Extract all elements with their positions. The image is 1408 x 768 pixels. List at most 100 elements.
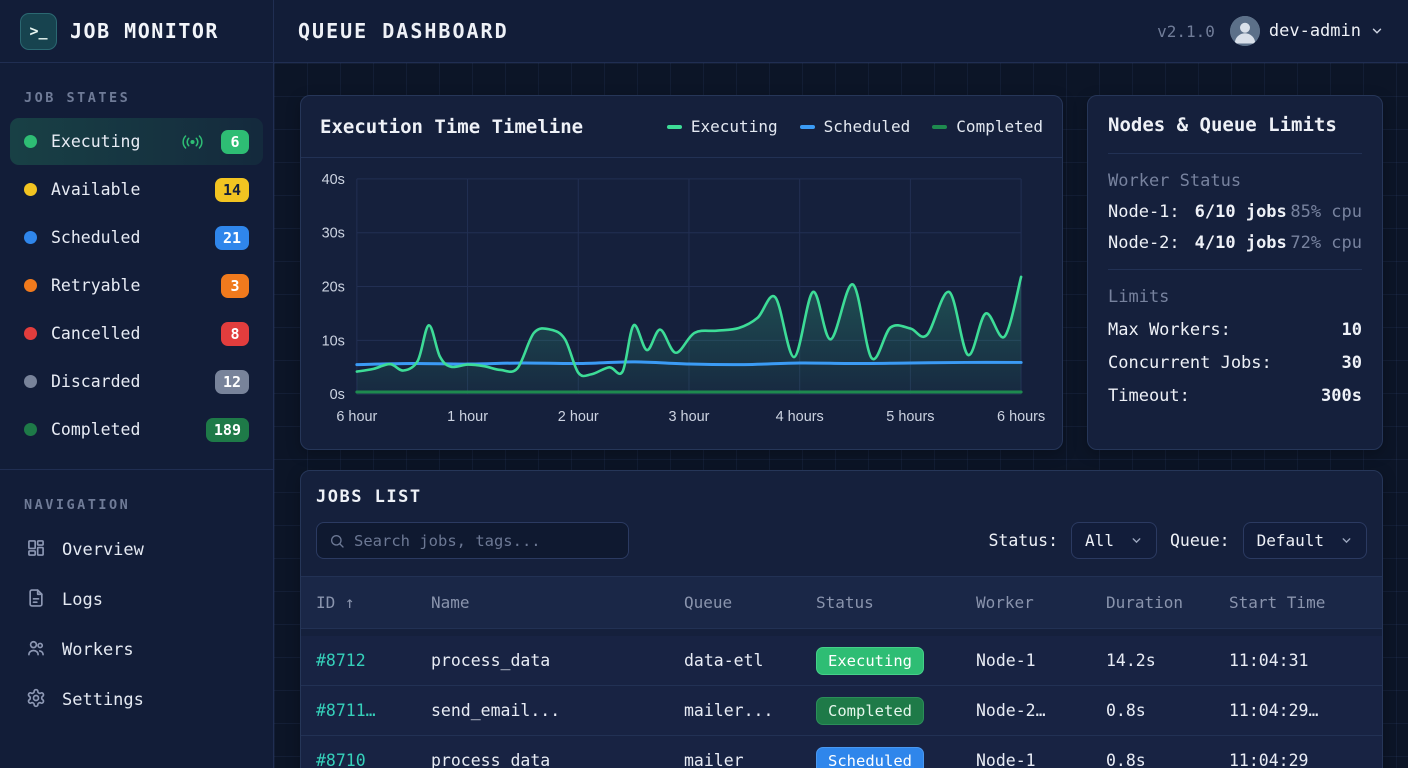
legend-label: Completed <box>956 117 1043 136</box>
table-row[interactable]: #8712 process_data data-etl Executing No… <box>301 636 1382 686</box>
state-label: Discarded <box>51 372 141 391</box>
page-title: QUEUE DASHBOARD <box>298 19 509 43</box>
node-2-status: Node-2: 4/10 jobs 72% cpu <box>1108 233 1362 253</box>
chevron-down-icon <box>1372 28 1382 34</box>
jobs-list-card: JOBS LIST Status: All Queue: Default <box>300 470 1383 768</box>
legend-item-executing[interactable]: Executing <box>666 117 778 136</box>
status-cell: Scheduled <box>816 746 976 768</box>
sidebar: >_ JOB MONITOR JOB STATES Executing 6 Av… <box>0 0 274 768</box>
node-cpu: 72% cpu <box>1290 233 1362 253</box>
status-filter-value: All <box>1085 531 1114 550</box>
executing-line-swatch <box>666 124 682 129</box>
nav-label: Logs <box>62 590 103 610</box>
state-count-badge: 14 <box>214 177 249 202</box>
nodes-panel-title: Nodes & Queue Limits <box>1108 114 1362 154</box>
node-jobs: 6/10 jobs <box>1194 202 1287 222</box>
sidebar-item-overview[interactable]: Overview <box>10 525 263 575</box>
queue-filter-label: Queue: <box>1169 531 1230 550</box>
scheduled-line-swatch <box>799 124 815 129</box>
state-label: Executing <box>51 132 141 151</box>
svg-text:20s: 20s <box>322 280 345 296</box>
job-id-link[interactable]: #8710 <box>316 751 431 768</box>
sidebar-state-available[interactable]: Available 14 <box>10 166 263 213</box>
job-id-link[interactable]: #8711… <box>316 701 431 720</box>
main-content: Execution Time Timeline Executing Schedu… <box>274 63 1408 768</box>
completed-line-swatch <box>932 124 948 129</box>
user-avatar <box>1229 16 1260 46</box>
version-label: v2.1.0 <box>1157 21 1215 41</box>
limit-concurrent-jobs: Concurrent Jobs: 30 <box>1108 353 1362 373</box>
job-queue: data-etl <box>684 651 764 670</box>
node-label: Node-2: <box>1108 233 1180 253</box>
status-badge: Completed <box>816 696 924 725</box>
completed-dot-icon <box>24 423 37 436</box>
state-count-badge: 8 <box>221 321 249 346</box>
search-input[interactable] <box>354 531 616 550</box>
job-worker: Node-1 <box>976 651 1036 670</box>
status-filter-label: Status: <box>988 531 1059 550</box>
terminal-logo-icon: >_ <box>20 12 57 50</box>
status-cell: Completed <box>816 696 976 725</box>
svg-text:1 hour: 1 hour <box>447 409 488 425</box>
queue-filter-select[interactable]: Default <box>1242 522 1367 559</box>
table-row[interactable]: #8710 process_data mailer Scheduled Node… <box>301 736 1382 768</box>
svg-text:0s: 0s <box>330 387 345 403</box>
state-label: Cancelled <box>51 324 141 343</box>
limits-heading: Limits <box>1108 287 1170 307</box>
sort-asc-icon: ↑ <box>344 593 355 612</box>
status-badge: Scheduled <box>816 746 924 768</box>
svg-text:6 hours: 6 hours <box>997 409 1045 425</box>
column-header-worker[interactable]: Worker <box>976 593 1106 612</box>
limits-section: Limits Max Workers: 10 Concurrent Jobs: … <box>1108 269 1362 406</box>
sidebar-item-logs[interactable]: Logs <box>10 575 263 625</box>
state-count-badge: 3 <box>221 273 249 298</box>
cancelled-dot-icon <box>24 327 37 340</box>
search-box <box>316 522 629 559</box>
sidebar-state-executing[interactable]: Executing 6 <box>10 118 263 165</box>
sidebar-state-discarded[interactable]: Discarded 12 <box>10 358 263 405</box>
svg-text:2 hour: 2 hour <box>558 409 599 425</box>
svg-text:10s: 10s <box>322 333 345 349</box>
svg-text:4 hours: 4 hours <box>776 409 824 425</box>
sidebar-state-completed[interactable]: Completed 189 <box>10 406 263 453</box>
job-queue: mailer... <box>684 701 774 720</box>
legend-item-completed[interactable]: Completed <box>932 117 1043 136</box>
job-name: process_data <box>431 751 551 768</box>
column-header-queue[interactable]: Queue <box>684 593 816 612</box>
table-row[interactable]: #8711… send_email... mailer... Completed… <box>301 686 1382 736</box>
job-start-time: 11:04:29 <box>1229 751 1309 768</box>
sidebar-state-scheduled[interactable]: Scheduled 21 <box>10 214 263 261</box>
column-header-start-time[interactable]: Start Time <box>1229 593 1382 612</box>
sidebar-state-retryable[interactable]: Retryable 3 <box>10 262 263 309</box>
jobs-list-title: JOBS LIST <box>316 487 422 507</box>
jobs-table-header: ID ↑ Name Queue Status Worker Duration S… <box>301 576 1382 629</box>
state-count-badge: 12 <box>214 369 249 394</box>
node-label: Node-1: <box>1108 202 1180 222</box>
job-states-heading: JOB STATES <box>24 90 131 106</box>
legend-item-scheduled[interactable]: Scheduled <box>799 117 910 136</box>
chevron-down-icon <box>1342 538 1351 544</box>
sidebar-item-settings[interactable]: Settings <box>10 675 263 725</box>
user-menu[interactable]: dev-admin <box>1229 16 1384 46</box>
search-icon <box>331 534 344 548</box>
sidebar-item-workers[interactable]: Workers <box>10 625 263 675</box>
node-cpu: 85% cpu <box>1290 202 1362 222</box>
status-filter-select[interactable]: All <box>1071 522 1157 559</box>
status-badge: Executing <box>816 646 924 675</box>
worker-status-heading: Worker Status <box>1108 171 1242 191</box>
limit-value: 10 <box>1341 320 1362 340</box>
users-icon <box>26 638 46 662</box>
limit-value: 300s <box>1321 386 1362 406</box>
layout-dashboard-icon <box>26 538 46 562</box>
node-jobs: 4/10 jobs <box>1194 233 1287 253</box>
sidebar-state-cancelled[interactable]: Cancelled 8 <box>10 310 263 357</box>
job-id-link[interactable]: #8712 <box>316 651 431 670</box>
column-header-name[interactable]: Name <box>431 593 684 612</box>
available-dot-icon <box>24 183 37 196</box>
job-start-time: 11:04:29… <box>1229 701 1319 720</box>
job-duration: 0.8s <box>1106 701 1146 720</box>
column-header-duration[interactable]: Duration <box>1106 593 1229 612</box>
jobs-table-body: #8712 process_data data-etl Executing No… <box>301 636 1382 768</box>
column-header-status[interactable]: Status <box>816 593 976 612</box>
column-header-id[interactable]: ID ↑ <box>316 593 431 612</box>
